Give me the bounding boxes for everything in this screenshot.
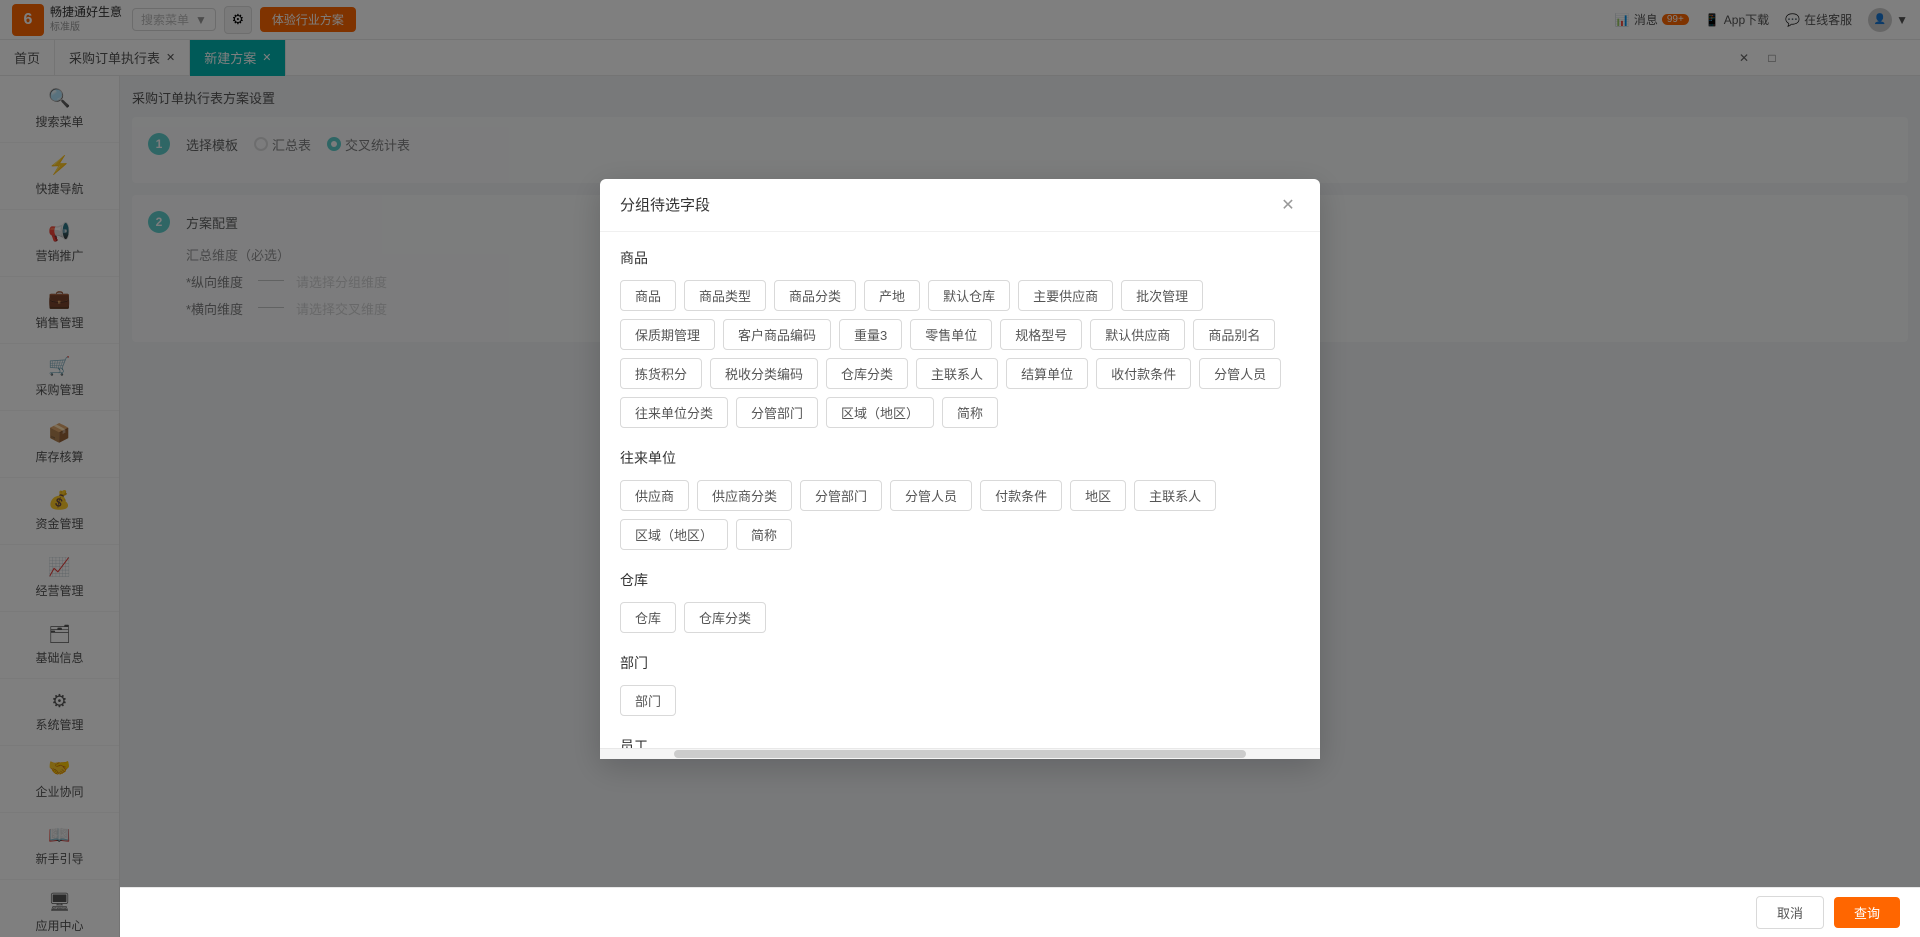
section-warehouse-title: 仓库 bbox=[620, 570, 1300, 590]
modal-hscrollbar[interactable] bbox=[600, 748, 1320, 758]
section-dept: 部门 部门 bbox=[620, 653, 1300, 716]
field-tag[interactable]: 零售单位 bbox=[910, 319, 992, 350]
modal-header: 分组待选字段 ✕ bbox=[600, 179, 1320, 232]
modal-title: 分组待选字段 bbox=[620, 194, 710, 215]
field-tag[interactable]: 默认供应商 bbox=[1090, 319, 1185, 350]
section-employee: 员工 业务员 bbox=[620, 736, 1300, 749]
field-tag[interactable]: 保质期管理 bbox=[620, 319, 715, 350]
field-tag[interactable]: 主联系人 bbox=[1134, 480, 1216, 511]
dept-fields-grid: 部门 bbox=[620, 685, 1300, 716]
section-goods-title: 商品 bbox=[620, 248, 1300, 268]
section-goods: 商品 商品 商品类型 商品分类 产地 默认仓库 主要供应商 批次管理 保质期管理… bbox=[620, 248, 1300, 428]
field-tag[interactable]: 仓库分类 bbox=[826, 358, 908, 389]
field-tag[interactable]: 付款条件 bbox=[980, 480, 1062, 511]
field-tag[interactable]: 分管人员 bbox=[890, 480, 972, 511]
field-tag[interactable]: 供应商 bbox=[620, 480, 689, 511]
modal-body: 商品 商品 商品类型 商品分类 产地 默认仓库 主要供应商 批次管理 保质期管理… bbox=[600, 232, 1320, 749]
section-dept-title: 部门 bbox=[620, 653, 1300, 673]
confirm-button[interactable]: 查询 bbox=[1834, 897, 1900, 928]
goods-fields-grid: 商品 商品类型 商品分类 产地 默认仓库 主要供应商 批次管理 保质期管理 客户… bbox=[620, 280, 1300, 428]
field-tag[interactable]: 税收分类编码 bbox=[710, 358, 818, 389]
field-tag[interactable]: 简称 bbox=[942, 397, 998, 428]
footer-bar: 取消 查询 bbox=[120, 887, 1920, 937]
field-tag[interactable]: 仓库 bbox=[620, 602, 676, 633]
field-tag[interactable]: 默认仓库 bbox=[928, 280, 1010, 311]
field-tag[interactable]: 重量3 bbox=[839, 319, 902, 350]
partners-fields-grid: 供应商 供应商分类 分管部门 分管人员 付款条件 地区 主联系人 区域（地区） … bbox=[620, 480, 1300, 550]
field-select-modal: 分组待选字段 ✕ 商品 商品 商品类型 商品分类 产地 默认仓库 主要供应商 批… bbox=[600, 179, 1320, 759]
section-partners: 往来单位 供应商 供应商分类 分管部门 分管人员 付款条件 地区 主联系人 区域… bbox=[620, 448, 1300, 550]
field-tag[interactable]: 主联系人 bbox=[916, 358, 998, 389]
field-tag[interactable]: 分管部门 bbox=[800, 480, 882, 511]
field-tag[interactable]: 商品 bbox=[620, 280, 676, 311]
field-tag[interactable]: 部门 bbox=[620, 685, 676, 716]
field-tag[interactable]: 供应商分类 bbox=[697, 480, 792, 511]
hscroll-thumb[interactable] bbox=[674, 750, 1247, 758]
field-tag[interactable]: 区域（地区） bbox=[826, 397, 934, 428]
warehouse-fields-grid: 仓库 仓库分类 bbox=[620, 602, 1300, 633]
section-partners-title: 往来单位 bbox=[620, 448, 1300, 468]
field-tag[interactable]: 仓库分类 bbox=[684, 602, 766, 633]
modal-close-button[interactable]: ✕ bbox=[1276, 193, 1300, 217]
field-tag[interactable]: 商品类型 bbox=[684, 280, 766, 311]
field-tag[interactable]: 结算单位 bbox=[1006, 358, 1088, 389]
field-tag[interactable]: 拣货积分 bbox=[620, 358, 702, 389]
field-tag[interactable]: 客户商品编码 bbox=[723, 319, 831, 350]
field-tag[interactable]: 主要供应商 bbox=[1018, 280, 1113, 311]
field-tag[interactable]: 简称 bbox=[736, 519, 792, 550]
field-tag[interactable]: 分管部门 bbox=[736, 397, 818, 428]
field-tag[interactable]: 批次管理 bbox=[1121, 280, 1203, 311]
section-employee-title: 员工 bbox=[620, 736, 1300, 749]
modal-overlay: 分组待选字段 ✕ 商品 商品 商品类型 商品分类 产地 默认仓库 主要供应商 批… bbox=[0, 0, 1920, 937]
field-tag[interactable]: 区域（地区） bbox=[620, 519, 728, 550]
field-tag[interactable]: 分管人员 bbox=[1199, 358, 1281, 389]
cancel-button[interactable]: 取消 bbox=[1756, 896, 1824, 929]
field-tag[interactable]: 规格型号 bbox=[1000, 319, 1082, 350]
field-tag[interactable]: 商品分类 bbox=[774, 280, 856, 311]
field-tag[interactable]: 产地 bbox=[864, 280, 920, 311]
section-warehouse: 仓库 仓库 仓库分类 bbox=[620, 570, 1300, 633]
close-icon: ✕ bbox=[1281, 195, 1294, 215]
field-tag[interactable]: 往来单位分类 bbox=[620, 397, 728, 428]
field-tag[interactable]: 商品别名 bbox=[1193, 319, 1275, 350]
field-tag[interactable]: 收付款条件 bbox=[1096, 358, 1191, 389]
field-tag[interactable]: 地区 bbox=[1070, 480, 1126, 511]
